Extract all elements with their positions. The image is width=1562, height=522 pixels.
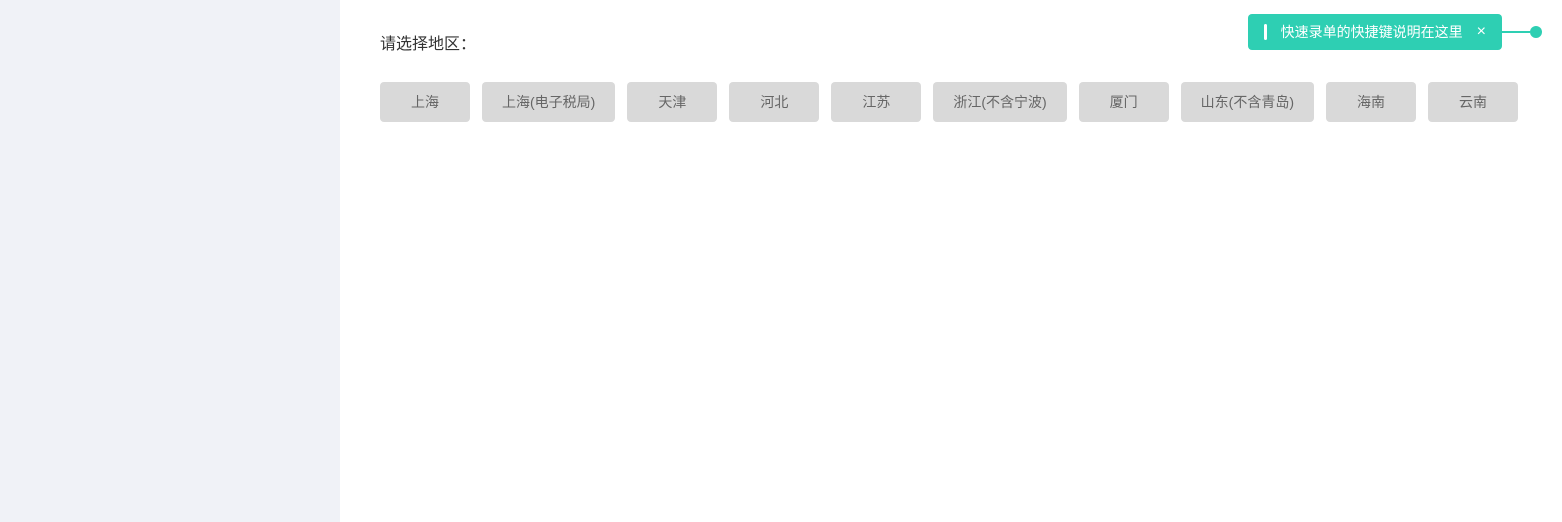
region-btn-zhejiang[interactable]: 浙江(不含宁波) (933, 82, 1066, 122)
region-btn-xiamen[interactable]: 厦门 (1079, 82, 1169, 122)
region-btn-shanghai[interactable]: 上海 (380, 82, 470, 122)
tooltip-line (1490, 31, 1530, 33)
tooltip-dot (1530, 26, 1542, 38)
page-layout: 快速录单的快捷键说明在这里 × 请选择地区： 上海 上海(电子税局) 天津 河北… (0, 0, 1562, 522)
tooltip-banner: 快速录单的快捷键说明在这里 × (1248, 14, 1502, 50)
main-content: 快速录单的快捷键说明在这里 × 请选择地区： 上海 上海(电子税局) 天津 河北… (340, 0, 1562, 522)
tooltip-close-button[interactable]: × (1477, 24, 1486, 40)
region-btn-jiangsu[interactable]: 江苏 (831, 82, 921, 122)
tooltip-text: 快速录单的快捷键说明在这里 (1281, 22, 1463, 42)
region-btn-shanghai-etax[interactable]: 上海(电子税局) (482, 82, 615, 122)
region-btn-shandong[interactable]: 山东(不含青岛) (1181, 82, 1314, 122)
region-btn-tianjin[interactable]: 天津 (627, 82, 717, 122)
region-buttons-container: 上海 上海(电子税局) 天津 河北 江苏 浙江(不含宁波) 厦门 山东(不含青岛… (380, 82, 1522, 122)
region-btn-yunnan[interactable]: 云南 (1428, 82, 1518, 122)
region-btn-hainan[interactable]: 海南 (1326, 82, 1416, 122)
region-btn-hebei[interactable]: 河北 (729, 82, 819, 122)
sidebar (0, 0, 340, 522)
